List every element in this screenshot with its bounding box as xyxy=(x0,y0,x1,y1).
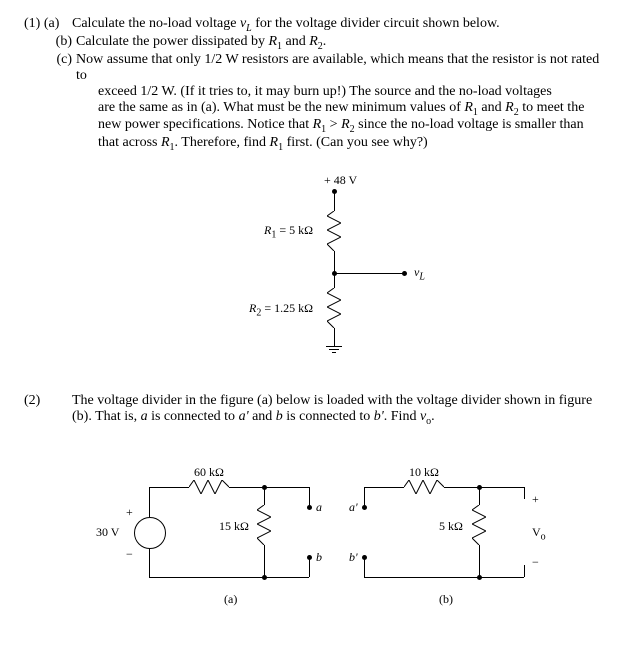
c1-vL-label: vL xyxy=(414,265,425,282)
p1c-text: Now assume that only 1/2 W resistors are… xyxy=(76,52,600,153)
c2a-w5 xyxy=(309,487,310,507)
c2b-w4 xyxy=(524,487,525,499)
c2b-r5-label: 5 kΩ xyxy=(439,519,463,534)
c2b-w4b xyxy=(524,565,525,577)
c2b-r10-label: 10 kΩ xyxy=(409,465,439,480)
c1-branch-node xyxy=(402,271,407,276)
p1b-text: Calculate the power dissipated by R1 and… xyxy=(76,34,326,52)
c2b-w3 xyxy=(444,487,479,488)
c2b-plus: + xyxy=(532,492,539,507)
problem-1b: (b) Calculate the power dissipated by R1… xyxy=(24,34,600,52)
c2b-minus: − xyxy=(532,555,539,570)
c2a-r15 xyxy=(257,505,271,545)
c2b-figlabel: (b) xyxy=(439,592,453,607)
c2a-r15-label: 15 kΩ xyxy=(219,519,249,534)
c2b-w8 xyxy=(364,557,365,577)
p1a-text: Calculate the no-load voltage vL for the… xyxy=(72,16,500,34)
c2a-term-b xyxy=(307,555,312,560)
c2a-a-label: a xyxy=(316,500,322,515)
c2a-source-label: 30 V xyxy=(96,525,119,540)
c1-wire-mid1 xyxy=(334,251,335,273)
c2b-w6 xyxy=(479,545,480,577)
c1-r1-label: R1 = 5 kΩ xyxy=(264,223,313,240)
c2a-b-label: b xyxy=(316,550,322,565)
c2b-w2 xyxy=(364,487,404,488)
c2a-w2 xyxy=(149,549,150,577)
p1b-label: (b) xyxy=(24,34,76,52)
p1-num: (1) xyxy=(24,16,40,31)
c2a-r60 xyxy=(189,480,229,494)
c2a-w1 xyxy=(149,487,150,517)
c2a-node-bot xyxy=(262,575,267,580)
c2b-w5 xyxy=(479,487,480,505)
c2b-w3b xyxy=(479,487,524,488)
c1-top-voltage: + 48 V xyxy=(324,173,357,188)
c2b-term-bp xyxy=(362,555,367,560)
c2b-r5 xyxy=(472,505,486,545)
problem-1c: (c) Now assume that only 1/2 W resistors… xyxy=(24,52,600,153)
problem-1: (1) (a) Calculate the no-load voltage vL… xyxy=(24,16,600,153)
c2b-ap-label: a' xyxy=(349,500,358,515)
c2a-w7 xyxy=(264,545,265,577)
problem-2: (2) The voltage divider in the figure (a… xyxy=(24,393,600,427)
c2b-vo-label: Vo xyxy=(532,525,546,542)
c1-wire-branch xyxy=(334,273,404,274)
problem-2-text: (2) The voltage divider in the figure (a… xyxy=(24,393,600,427)
c2b-bp-label: b' xyxy=(349,550,358,565)
c2b-r10 xyxy=(404,480,444,494)
c2a-w4 xyxy=(229,487,264,488)
c2a-w4b xyxy=(264,487,309,488)
c2a-r60-label: 60 kΩ xyxy=(194,465,224,480)
p2-num: (2) xyxy=(24,393,72,427)
c1-r2-resistor xyxy=(327,288,341,328)
p1-number-a: (1) (a) xyxy=(24,16,72,34)
c1-wire-top xyxy=(334,191,335,211)
c2a-minus: − xyxy=(126,547,133,562)
c1-wire-bottom xyxy=(334,328,335,346)
c2a-term-a xyxy=(307,505,312,510)
c2a-plus: + xyxy=(126,505,133,520)
p1c-label: (c) xyxy=(24,52,76,153)
c1-ground-icon xyxy=(326,346,342,353)
circuit-1-figure: + 48 V R1 = 5 kΩ vL R2 = 1.25 kΩ xyxy=(24,173,600,373)
c1-r2-label: R2 = 1.25 kΩ xyxy=(249,301,313,318)
c2a-w8 xyxy=(149,577,309,578)
p1a-label: (a) xyxy=(44,16,60,31)
c1-wire-mid2 xyxy=(334,273,335,288)
c2b-w7 xyxy=(364,577,524,578)
c2b-w1 xyxy=(364,487,365,507)
c1-r1-resistor xyxy=(327,211,341,251)
p2-body: The voltage divider in the figure (a) be… xyxy=(72,393,592,427)
problem-1a: (1) (a) Calculate the no-load voltage vL… xyxy=(24,16,600,34)
c2a-figlabel: (a) xyxy=(224,592,237,607)
c2a-w3 xyxy=(149,487,189,488)
c2a-w9 xyxy=(309,557,310,577)
c2a-w6 xyxy=(264,487,265,505)
c2a-source xyxy=(134,517,166,549)
